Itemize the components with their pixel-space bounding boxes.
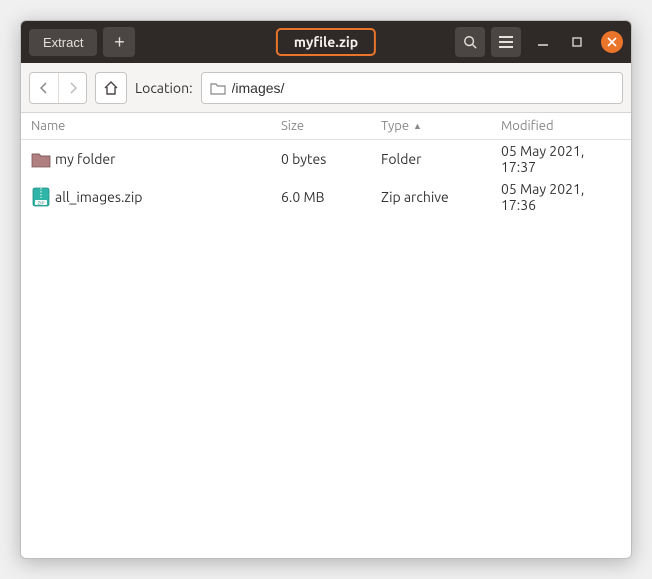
maximize-button[interactable] <box>565 30 589 54</box>
cell-name: ZIP all_images.zip <box>21 184 271 210</box>
sort-ascending-icon: ▲ <box>413 121 422 131</box>
folder-icon <box>31 149 51 169</box>
svg-text:ZIP: ZIP <box>37 201 44 206</box>
search-button[interactable] <box>455 27 485 57</box>
zip-icon: ZIP <box>31 187 51 207</box>
back-button[interactable] <box>30 73 58 103</box>
location-box[interactable] <box>201 72 623 104</box>
titlebar: Extract + myfile.zip <box>21 21 631 63</box>
nav-group <box>29 72 87 104</box>
column-headers: Name Size Type ▲ Modified <box>21 113 631 140</box>
archive-manager-window: Extract + myfile.zip <box>20 20 632 559</box>
hamburger-icon <box>499 36 513 48</box>
column-name[interactable]: Name <box>21 113 271 139</box>
menu-button[interactable] <box>491 27 521 57</box>
home-button[interactable] <box>95 72 127 104</box>
add-files-button[interactable]: + <box>103 27 135 57</box>
close-icon <box>607 37 617 47</box>
cell-size: 6.0 MB <box>271 186 371 208</box>
minimize-icon <box>538 37 548 47</box>
toolbar: Location: <box>21 63 631 113</box>
list-item[interactable]: ZIP all_images.zip 6.0 MB Zip archive 05… <box>21 178 631 216</box>
minimize-button[interactable] <box>531 30 555 54</box>
forward-button[interactable] <box>58 73 86 103</box>
cell-type: Folder <box>371 148 491 170</box>
column-type[interactable]: Type ▲ <box>371 113 491 139</box>
file-list: my folder 0 bytes Folder 05 May 2021, 17… <box>21 140 631 558</box>
cell-size: 0 bytes <box>271 148 371 170</box>
search-icon <box>463 35 477 49</box>
column-modified[interactable]: Modified <box>491 113 631 139</box>
cell-name: my folder <box>21 146 271 172</box>
list-item[interactable]: my folder 0 bytes Folder 05 May 2021, 17… <box>21 140 631 178</box>
plus-icon: + <box>114 32 125 53</box>
column-type-label: Type <box>381 119 409 133</box>
extract-button[interactable]: Extract <box>29 29 97 56</box>
home-icon <box>103 80 119 96</box>
close-button[interactable] <box>601 31 623 53</box>
cell-modified: 05 May 2021, 17:36 <box>491 178 631 216</box>
titlebar-left: Extract + <box>29 27 135 57</box>
window-title: myfile.zip <box>276 28 376 56</box>
location-label: Location: <box>135 80 193 96</box>
cell-type: Zip archive <box>371 186 491 208</box>
maximize-icon <box>572 37 582 47</box>
column-size[interactable]: Size <box>271 113 371 139</box>
titlebar-right <box>455 27 623 57</box>
file-name: my folder <box>55 151 115 167</box>
chevron-right-icon <box>69 82 77 94</box>
chevron-left-icon <box>40 82 48 94</box>
folder-icon <box>210 81 226 95</box>
cell-modified: 05 May 2021, 17:37 <box>491 140 631 178</box>
file-name: all_images.zip <box>55 189 142 205</box>
location-input[interactable] <box>232 80 614 96</box>
